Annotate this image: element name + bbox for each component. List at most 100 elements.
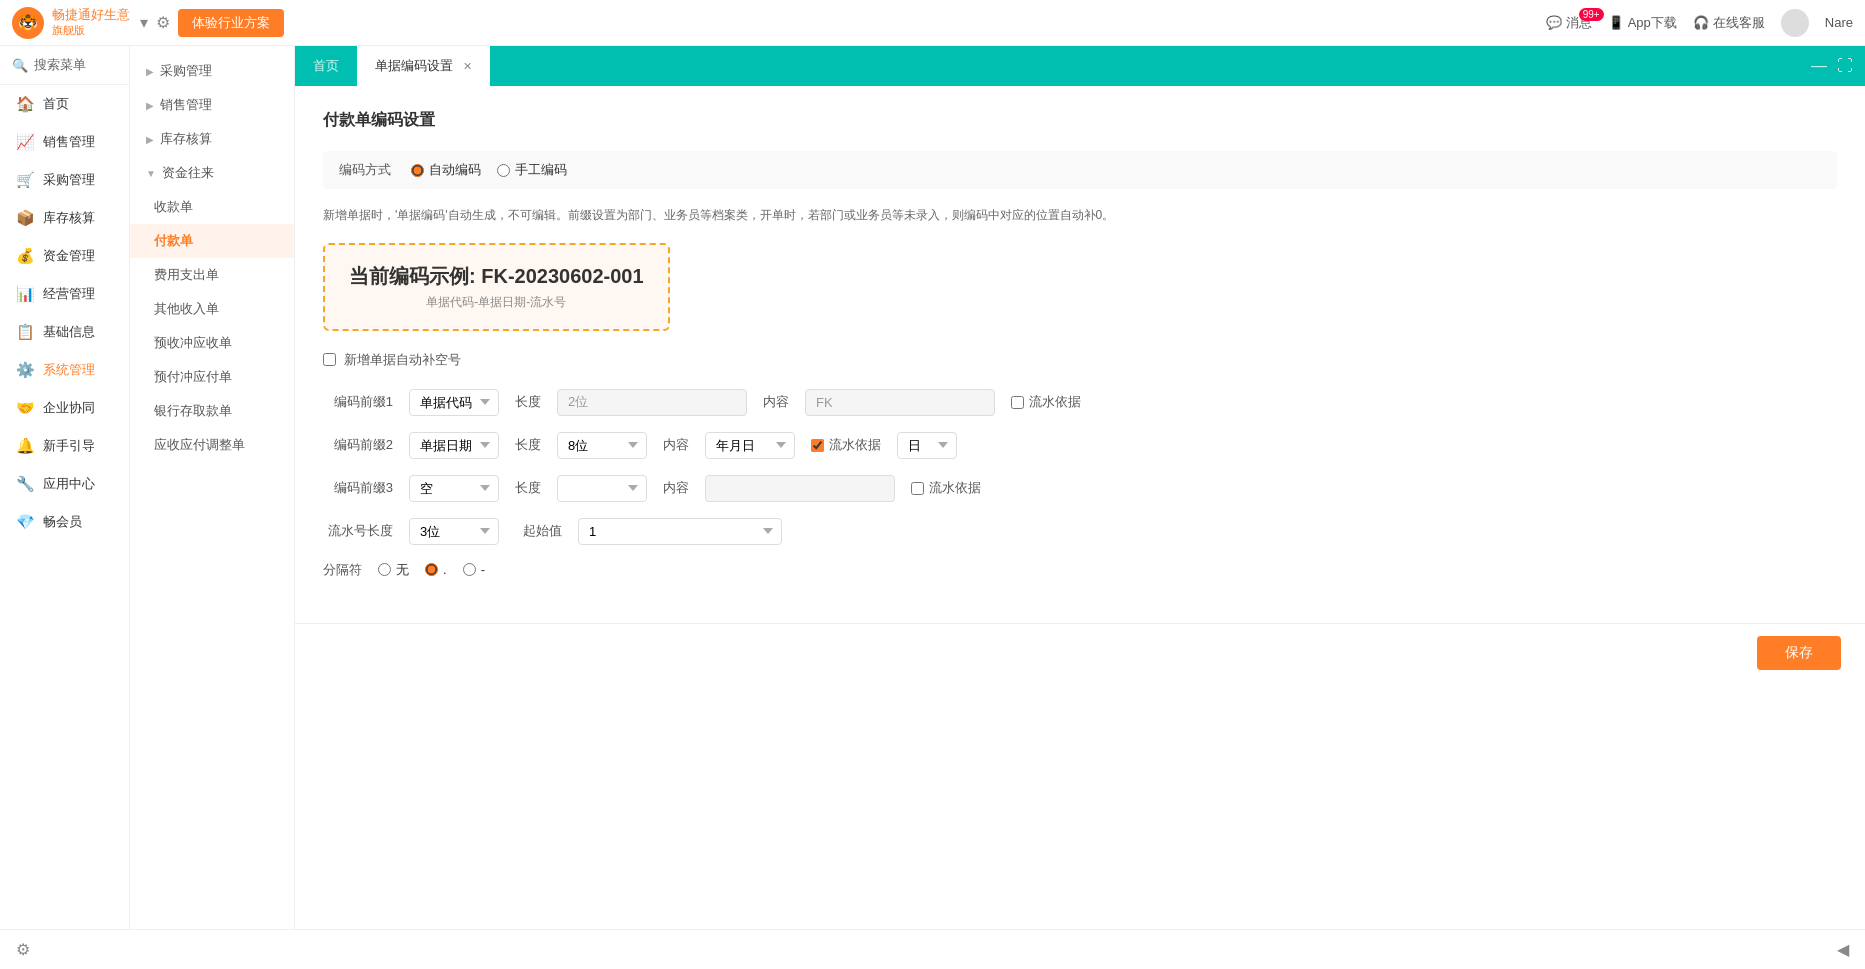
- arrow-right-icon2: ▶: [146, 100, 154, 111]
- tab-home[interactable]: 首页: [295, 46, 357, 86]
- sidebar-item-sales[interactable]: 📈 销售管理: [0, 123, 129, 161]
- info-text: 新增单据时，'单据编码'自动生成，不可编辑。前缀设置为部门、业务员等档案类，开单…: [323, 205, 1837, 227]
- prefix1-select[interactable]: 单据代码 单据日期 部门 业务员 空: [409, 389, 499, 416]
- manual-encode-option[interactable]: 手工编码: [497, 161, 567, 179]
- prefix1-label: 编码前缀1: [323, 393, 393, 411]
- prefix2-length-select[interactable]: 4位 6位 8位: [557, 432, 647, 459]
- prefix1-content-field: [805, 389, 995, 416]
- save-button[interactable]: 保存: [1757, 636, 1841, 670]
- group-funds-title[interactable]: ▼ 资金往来: [130, 156, 294, 190]
- app-download-btn[interactable]: 📱 App下载: [1608, 14, 1677, 32]
- settings-icon[interactable]: ⚙: [156, 13, 170, 32]
- service-icon: 🎧: [1693, 15, 1709, 30]
- prefix2-field: 单据代码 单据日期 部门 业务员 空: [409, 432, 499, 459]
- dropdown-icon[interactable]: ▾: [140, 13, 148, 32]
- sidebar-item-payment[interactable]: 付款单: [130, 224, 294, 258]
- group-inventory: ▶ 库存核算: [130, 122, 294, 156]
- settings-bottom-icon[interactable]: ⚙: [16, 940, 30, 959]
- group-purchase-title[interactable]: ▶ 采购管理: [130, 54, 294, 88]
- other-income-label: 其他收入单: [154, 301, 219, 316]
- sep-dash-radio[interactable]: [463, 563, 476, 576]
- prefix2-length-label: 长度: [515, 436, 541, 454]
- auto-fill-checkbox[interactable]: [323, 353, 336, 366]
- prefix3-content-label: 内容: [663, 479, 689, 497]
- expense-label: 费用支出单: [154, 267, 219, 282]
- sidebar-item-home[interactable]: 🏠 首页: [0, 85, 129, 123]
- auto-encode-radio[interactable]: [411, 164, 424, 177]
- tab-close-icon[interactable]: ✕: [463, 60, 472, 73]
- prefix-row-2: 编码前缀2 单据代码 单据日期 部门 业务员 空 长度 4位: [323, 432, 1837, 459]
- tab-encode-settings[interactable]: 单据编码设置 ✕: [357, 46, 490, 86]
- prefix2-period-select[interactable]: 日 月 年: [897, 432, 957, 459]
- prefix1-field: 单据代码 单据日期 部门 业务员 空: [409, 389, 499, 416]
- sep-dot-label: .: [443, 562, 447, 577]
- sidebar-item-ar-ap-adjust[interactable]: 应收应付调整单: [130, 428, 294, 462]
- sidebar-item-pre-receipt[interactable]: 预收冲应收单: [130, 326, 294, 360]
- sidebar-item-other-income[interactable]: 其他收入单: [130, 292, 294, 326]
- sidebar-item-purchase[interactable]: 🛒 采购管理: [0, 161, 129, 199]
- prefix2-select[interactable]: 单据代码 单据日期 部门 业务员 空: [409, 432, 499, 459]
- main-layout: 🔍 搜索菜单 🏠 首页 📈 销售管理 🛒 采购管理 📦 库存核算 💰 资金管理 …: [0, 46, 1865, 969]
- sep-dot-radio[interactable]: [425, 563, 438, 576]
- sidebar-item-operations[interactable]: 📊 经营管理: [0, 275, 129, 313]
- sep-none-option[interactable]: 无: [378, 561, 409, 579]
- manual-encode-radio[interactable]: [497, 164, 510, 177]
- group-inventory-label: 库存核算: [160, 130, 212, 148]
- sidebar-item-receipt[interactable]: 收款单: [130, 190, 294, 224]
- trial-btn[interactable]: 体验行业方案: [178, 9, 284, 37]
- sidebar-item-pre-payment[interactable]: 预付冲应付单: [130, 360, 294, 394]
- prefix1-waterfall[interactable]: 流水依据: [1011, 393, 1081, 411]
- enterprise-icon: 🤝: [16, 399, 35, 417]
- prefix1-length-field: [557, 389, 747, 416]
- message-badge: 99+: [1579, 8, 1604, 21]
- serial-length-select[interactable]: 3位 4位 5位 6位: [409, 518, 499, 545]
- online-service-btn[interactable]: 🎧 在线客服: [1693, 14, 1765, 32]
- tab-maximize-btn[interactable]: ⛶: [1833, 53, 1857, 79]
- serial-start-input[interactable]: [578, 518, 782, 545]
- sidebar-item-enterprise[interactable]: 🤝 企业协同: [0, 389, 129, 427]
- prefix2-content-select[interactable]: 年月日 年月 年: [705, 432, 795, 459]
- group-inventory-title[interactable]: ▶ 库存核算: [130, 122, 294, 156]
- code-example-value: FK-20230602-001: [481, 265, 643, 287]
- message-btn[interactable]: 💬 消息 99+: [1546, 14, 1592, 32]
- prefix2-waterfall[interactable]: 流水依据: [811, 436, 881, 454]
- sep-none-radio[interactable]: [378, 563, 391, 576]
- sidebar-item-expense[interactable]: 费用支出单: [130, 258, 294, 292]
- group-funds-label: 资金往来: [162, 164, 214, 182]
- prefix2-waterfall-checkbox[interactable]: [811, 439, 824, 452]
- sidebar-item-basic-label: 基础信息: [43, 323, 95, 341]
- sidebar-item-appcenter[interactable]: 🔧 应用中心: [0, 465, 129, 503]
- code-preview: 当前编码示例: FK-20230602-001 单据代码-单据日期-流水号: [323, 243, 670, 331]
- sidebar-item-system[interactable]: ⚙️ 系统管理: [0, 351, 129, 389]
- auto-encode-option[interactable]: 自动编码: [411, 161, 481, 179]
- app-logo: 🐯 畅捷通好生意 旗舰版: [12, 7, 130, 39]
- search-menu[interactable]: 🔍 搜索菜单: [0, 46, 129, 85]
- prefix3-length-select[interactable]: [557, 475, 647, 502]
- sep-dash-option[interactable]: -: [463, 562, 485, 577]
- group-sales-title[interactable]: ▶ 销售管理: [130, 88, 294, 122]
- user-avatar[interactable]: [1781, 9, 1809, 37]
- sidebar-item-funds[interactable]: 💰 资金管理: [0, 237, 129, 275]
- sidebar-item-guide[interactable]: 🔔 新手引导: [0, 427, 129, 465]
- prefix2-waterfall-label: 流水依据: [829, 436, 881, 454]
- prefix3-content-input: [705, 475, 895, 502]
- content-panel: 付款单编码设置 编码方式 自动编码 手工编码: [295, 86, 1865, 969]
- prefix3-waterfall[interactable]: 流水依据: [911, 479, 981, 497]
- sep-dot-option[interactable]: .: [425, 562, 447, 577]
- sidebar-item-bank-deposit[interactable]: 银行存取款单: [130, 394, 294, 428]
- sidebar-item-purchase-label: 采购管理: [43, 171, 95, 189]
- encode-method-radio-group: 自动编码 手工编码: [411, 161, 567, 179]
- prefix1-waterfall-checkbox[interactable]: [1011, 396, 1024, 409]
- tab-minimize-btn[interactable]: —: [1807, 53, 1831, 79]
- sidebar-item-member[interactable]: 💎 畅会员: [0, 503, 129, 541]
- operations-icon: 📊: [16, 285, 35, 303]
- sidebar-item-basic[interactable]: 📋 基础信息: [0, 313, 129, 351]
- prefix3-waterfall-checkbox[interactable]: [911, 482, 924, 495]
- code-example: 当前编码示例: FK-20230602-001: [349, 263, 644, 290]
- sidebar-item-inventory[interactable]: 📦 库存核算: [0, 199, 129, 237]
- guide-icon: 🔔: [16, 437, 35, 455]
- manual-encode-label: 手工编码: [515, 161, 567, 179]
- member-icon: 💎: [16, 513, 35, 531]
- prefix3-select[interactable]: 单据代码 单据日期 部门 业务员 空: [409, 475, 499, 502]
- sidebar-primary: 🔍 搜索菜单 🏠 首页 📈 销售管理 🛒 采购管理 📦 库存核算 💰 资金管理 …: [0, 46, 130, 969]
